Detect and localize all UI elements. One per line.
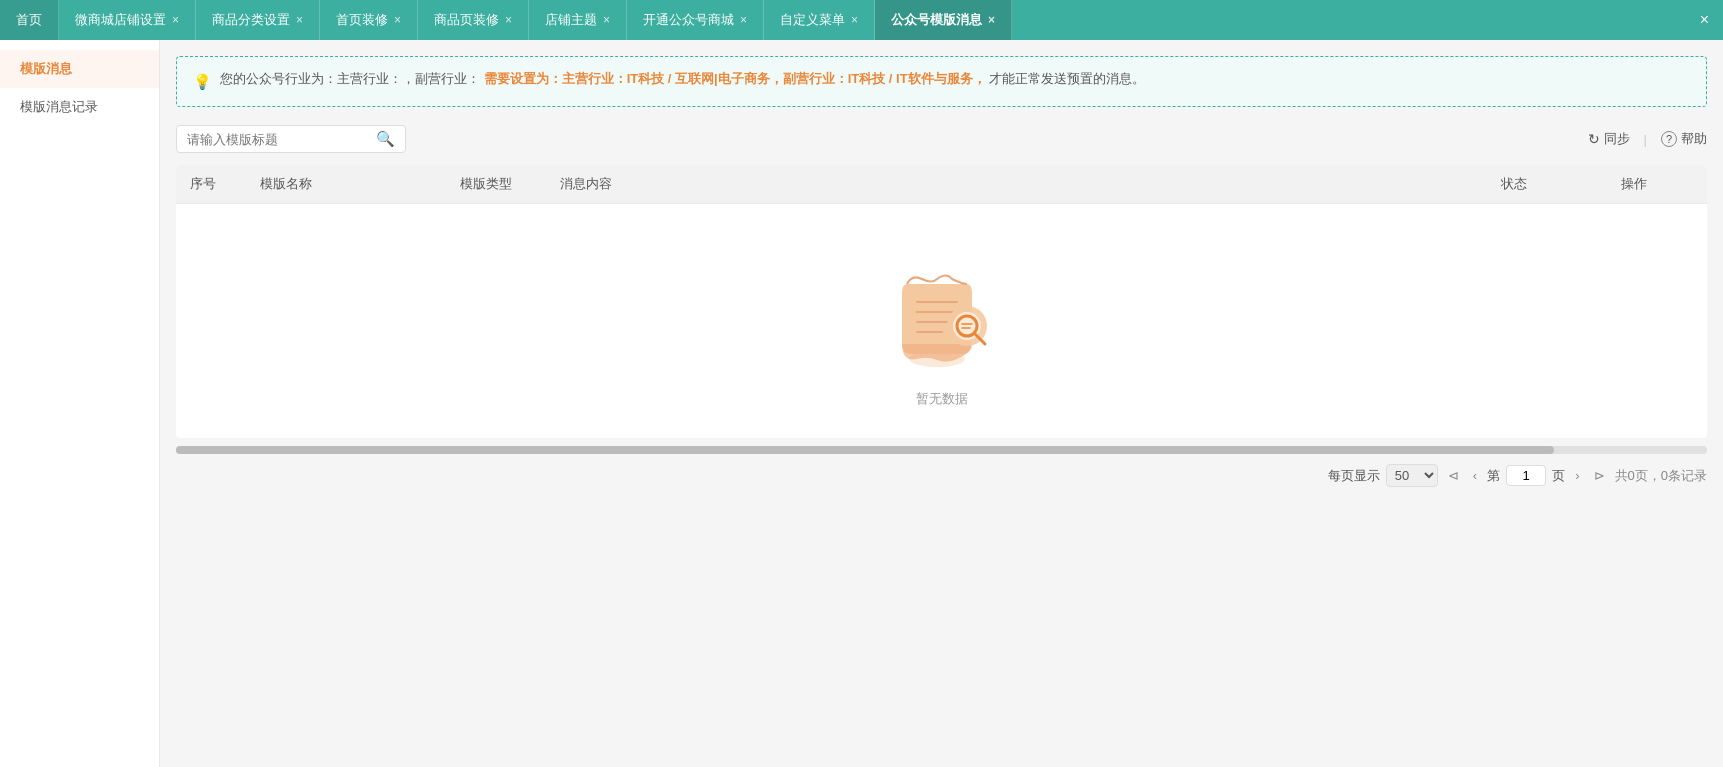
tab-template-message[interactable]: 公众号模版消息 × xyxy=(875,0,1012,40)
notice-icon: 💡 xyxy=(193,70,212,94)
notice-text: 您的公众号行业为：主营行业：，副营行业： 需要设置为：主营行业：IT科技 / 互… xyxy=(220,69,1145,90)
main-layout: 模版消息 模版消息记录 💡 您的公众号行业为：主营行业：，副营行业： 需要设置为… xyxy=(0,40,1723,767)
tab-bar: 首页 微商城店铺设置 × 商品分类设置 × 首页装修 × 商品页装修 × 店铺主… xyxy=(0,0,1723,40)
tab-template-message-label: 公众号模版消息 xyxy=(891,11,982,29)
tab-shop-theme-label: 店铺主题 xyxy=(545,11,597,29)
help-button[interactable]: ? 帮助 xyxy=(1661,130,1707,148)
tab-open-wechat-close[interactable]: × xyxy=(740,13,747,27)
page-last-button[interactable]: ⊳ xyxy=(1590,466,1609,485)
toolbar-right: ↻ 同步 | ? 帮助 xyxy=(1588,130,1707,148)
data-table: 序号 模版名称 模版类型 消息内容 状态 操作 xyxy=(176,165,1707,438)
col-header-type: 模版类型 xyxy=(446,165,546,204)
page-label-before: 第 xyxy=(1487,467,1500,485)
sync-label: 同步 xyxy=(1604,130,1630,148)
pagination: 每页显示 10 20 50 100 ⊲ ‹ 第 页 › ⊳ 共0页，0条记录 xyxy=(176,464,1707,487)
col-header-name: 模版名称 xyxy=(246,165,446,204)
help-label: 帮助 xyxy=(1681,130,1707,148)
tab-custom-menu[interactable]: 自定义菜单 × xyxy=(764,0,875,40)
sidebar-item-template-msg-record[interactable]: 模版消息记录 xyxy=(0,88,159,126)
page-size-label: 每页显示 xyxy=(1328,467,1380,485)
tab-custom-menu-close[interactable]: × xyxy=(851,13,858,27)
page-total: 共0页，0条记录 xyxy=(1615,467,1707,485)
scroll-thumb[interactable] xyxy=(176,446,1554,454)
tab-product-decor-label: 商品页装修 xyxy=(434,11,499,29)
tab-product-decor[interactable]: 商品页装修 × xyxy=(418,0,529,40)
tab-home-decor-close[interactable]: × xyxy=(394,13,401,27)
empty-text: 暂无数据 xyxy=(176,390,1707,408)
tab-weshop-setting[interactable]: 微商城店铺设置 × xyxy=(59,0,196,40)
tab-shop-theme-close[interactable]: × xyxy=(603,13,610,27)
col-header-status: 状态 xyxy=(1487,165,1607,204)
toolbar-divider: | xyxy=(1644,132,1647,147)
empty-state: 暂无数据 xyxy=(176,204,1707,438)
tab-weshop-label: 微商城店铺设置 xyxy=(75,11,166,29)
table-header-row: 序号 模版名称 模版类型 消息内容 状态 操作 xyxy=(176,165,1707,204)
content-area: 💡 您的公众号行业为：主营行业：，副营行业： 需要设置为：主营行业：IT科技 /… xyxy=(160,40,1723,767)
col-header-content: 消息内容 xyxy=(546,165,1487,204)
tab-weshop-close[interactable]: × xyxy=(172,13,179,27)
notice-highlight: 需要设置为：主营行业：IT科技 / 互联网|电子商务，副营行业：IT科技 / I… xyxy=(484,71,986,86)
sidebar-item-template-msg-label: 模版消息 xyxy=(20,61,72,76)
page-size-select[interactable]: 10 20 50 100 xyxy=(1386,464,1438,487)
page-input[interactable] xyxy=(1506,465,1546,486)
sync-icon: ↻ xyxy=(1588,131,1600,147)
page-prev-button[interactable]: ‹ xyxy=(1469,466,1481,485)
notice-box: 💡 您的公众号行业为：主营行业：，副营行业： 需要设置为：主营行业：IT科技 /… xyxy=(176,56,1707,107)
sidebar-item-template-msg-record-label: 模版消息记录 xyxy=(20,99,98,114)
page-next-button[interactable]: › xyxy=(1571,466,1583,485)
notice-suffix: 才能正常发送预置的消息。 xyxy=(989,71,1145,86)
tab-home[interactable]: 首页 xyxy=(0,0,59,40)
notice-prefix: 您的公众号行业为：主营行业：，副营行业： xyxy=(220,71,480,86)
tab-open-wechat-shop[interactable]: 开通公众号商城 × xyxy=(627,0,764,40)
horizontal-scrollbar[interactable] xyxy=(176,446,1707,454)
tab-category-setting[interactable]: 商品分类设置 × xyxy=(196,0,320,40)
page-first-button[interactable]: ⊲ xyxy=(1444,466,1463,485)
sync-button[interactable]: ↻ 同步 xyxy=(1588,130,1630,148)
help-icon: ? xyxy=(1661,131,1677,147)
table-wrapper: 序号 模版名称 模版类型 消息内容 状态 操作 xyxy=(176,165,1707,438)
col-header-index: 序号 xyxy=(176,165,246,204)
tab-home-label: 首页 xyxy=(16,11,42,29)
tab-bar-close-all[interactable]: × xyxy=(1686,0,1723,40)
toolbar: 🔍 ↻ 同步 | ? 帮助 xyxy=(176,125,1707,153)
sidebar: 模版消息 模版消息记录 xyxy=(0,40,160,767)
tab-custom-menu-label: 自定义菜单 xyxy=(780,11,845,29)
tab-category-label: 商品分类设置 xyxy=(212,11,290,29)
search-input[interactable] xyxy=(187,132,376,147)
tab-category-close[interactable]: × xyxy=(296,13,303,27)
tab-home-decor-label: 首页装修 xyxy=(336,11,388,29)
sidebar-item-template-msg[interactable]: 模版消息 xyxy=(0,50,159,88)
empty-icon xyxy=(882,254,1002,374)
tab-shop-theme[interactable]: 店铺主题 × xyxy=(529,0,627,40)
tab-open-wechat-label: 开通公众号商城 xyxy=(643,11,734,29)
tab-product-decor-close[interactable]: × xyxy=(505,13,512,27)
tab-home-decor[interactable]: 首页装修 × xyxy=(320,0,418,40)
col-header-action: 操作 xyxy=(1607,165,1707,204)
search-icon[interactable]: 🔍 xyxy=(376,130,395,148)
search-input-wrap[interactable]: 🔍 xyxy=(176,125,406,153)
tab-template-message-close[interactable]: × xyxy=(988,13,995,27)
empty-row: 暂无数据 xyxy=(176,204,1707,439)
page-label-after: 页 xyxy=(1552,467,1565,485)
